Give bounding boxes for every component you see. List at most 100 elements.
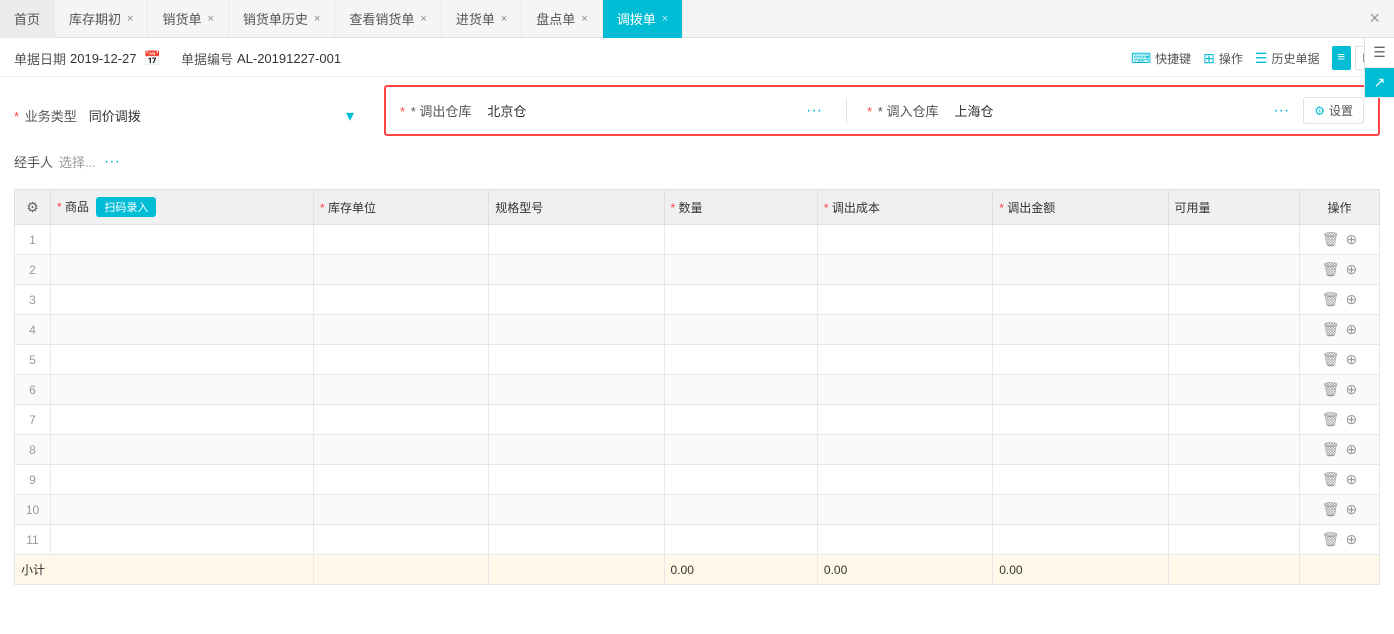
row-product-4[interactable] [51, 315, 314, 345]
row-available-9[interactable] [1168, 465, 1300, 495]
row-cost-4[interactable] [817, 315, 992, 345]
copy-row-4-icon[interactable]: ⊕ [1346, 321, 1358, 338]
row-spec-11[interactable] [489, 525, 664, 555]
row-product-8[interactable] [51, 435, 314, 465]
table-settings-icon[interactable]: ⚙ [26, 199, 39, 215]
tab-close-view-sales[interactable]: × [420, 13, 426, 25]
row-spec-1[interactable] [489, 225, 664, 255]
row-qty-2[interactable] [664, 255, 817, 285]
copy-row-1-icon[interactable]: ⊕ [1346, 231, 1358, 248]
row-available-6[interactable] [1168, 375, 1300, 405]
row-unit-8[interactable] [313, 435, 488, 465]
shortcut-btn[interactable]: ⌨ 快捷键 [1131, 50, 1191, 67]
row-cost-6[interactable] [817, 375, 992, 405]
row-cost-8[interactable] [817, 435, 992, 465]
tab-home[interactable]: 首页 [0, 0, 55, 38]
row-product-10[interactable] [51, 495, 314, 525]
row-available-8[interactable] [1168, 435, 1300, 465]
row-amount-2[interactable] [993, 255, 1168, 285]
row-unit-2[interactable] [313, 255, 488, 285]
tab-purchase[interactable]: 进货单 × [442, 0, 522, 38]
row-unit-6[interactable] [313, 375, 488, 405]
row-qty-4[interactable] [664, 315, 817, 345]
tab-close-sales[interactable]: × [207, 13, 213, 25]
row-amount-5[interactable] [993, 345, 1168, 375]
copy-row-10-icon[interactable]: ⊕ [1346, 501, 1358, 518]
row-product-7[interactable] [51, 405, 314, 435]
row-cost-7[interactable] [817, 405, 992, 435]
row-spec-4[interactable] [489, 315, 664, 345]
copy-row-8-icon[interactable]: ⊕ [1346, 441, 1358, 458]
calendar-icon[interactable]: 📅 [144, 50, 161, 67]
row-available-7[interactable] [1168, 405, 1300, 435]
row-amount-10[interactable] [993, 495, 1168, 525]
tab-transfer[interactable]: 调拨单 × [603, 0, 683, 38]
row-unit-11[interactable] [313, 525, 488, 555]
row-cost-1[interactable] [817, 225, 992, 255]
row-available-10[interactable] [1168, 495, 1300, 525]
tab-sales[interactable]: 销货单 × [148, 0, 228, 38]
delete-row-5-icon[interactable]: 🗑 [1322, 351, 1340, 368]
row-qty-1[interactable] [664, 225, 817, 255]
row-amount-8[interactable] [993, 435, 1168, 465]
delete-row-4-icon[interactable]: 🗑 [1322, 321, 1340, 338]
row-amount-9[interactable] [993, 465, 1168, 495]
row-qty-10[interactable] [664, 495, 817, 525]
row-qty-5[interactable] [664, 345, 817, 375]
tab-inventory-check[interactable]: 盘点单 × [522, 0, 602, 38]
row-unit-1[interactable] [313, 225, 488, 255]
row-product-5[interactable] [51, 345, 314, 375]
copy-row-9-icon[interactable]: ⊕ [1346, 471, 1358, 488]
copy-row-7-icon[interactable]: ⊕ [1346, 411, 1358, 428]
delete-row-1-icon[interactable]: 🗑 [1322, 231, 1340, 248]
row-cost-10[interactable] [817, 495, 992, 525]
copy-row-3-icon[interactable]: ⊕ [1346, 291, 1358, 308]
list-view-btn[interactable]: ≡ [1332, 46, 1352, 70]
tab-close-purchase[interactable]: × [501, 13, 507, 25]
row-unit-3[interactable] [313, 285, 488, 315]
row-cost-3[interactable] [817, 285, 992, 315]
handler-more-btn[interactable]: ··· [104, 153, 120, 171]
row-available-2[interactable] [1168, 255, 1300, 285]
row-amount-4[interactable] [993, 315, 1168, 345]
tab-close-transfer[interactable]: × [662, 13, 668, 25]
row-spec-7[interactable] [489, 405, 664, 435]
scan-entry-btn[interactable]: 扫码录入 [96, 197, 156, 217]
copy-row-6-icon[interactable]: ⊕ [1346, 381, 1358, 398]
row-qty-9[interactable] [664, 465, 817, 495]
row-unit-10[interactable] [313, 495, 488, 525]
row-amount-11[interactable] [993, 525, 1168, 555]
handler-input[interactable]: 选择... [59, 152, 96, 171]
business-type-dropdown-icon[interactable]: ▾ [346, 106, 354, 126]
row-available-1[interactable] [1168, 225, 1300, 255]
row-unit-9[interactable] [313, 465, 488, 495]
row-cost-11[interactable] [817, 525, 992, 555]
row-qty-11[interactable] [664, 525, 817, 555]
row-qty-7[interactable] [664, 405, 817, 435]
delete-row-9-icon[interactable]: 🗑 [1322, 471, 1340, 488]
warehouse-in-more-btn[interactable]: ··· [1269, 102, 1293, 120]
row-qty-8[interactable] [664, 435, 817, 465]
row-spec-6[interactable] [489, 375, 664, 405]
copy-row-2-icon[interactable]: ⊕ [1346, 261, 1358, 278]
row-product-1[interactable] [51, 225, 314, 255]
row-available-5[interactable] [1168, 345, 1300, 375]
tab-inventory-init[interactable]: 库存期初 × [55, 0, 148, 38]
row-unit-7[interactable] [313, 405, 488, 435]
row-unit-4[interactable] [313, 315, 488, 345]
tab-view-sales[interactable]: 查看销货单 × [335, 0, 441, 38]
row-product-2[interactable] [51, 255, 314, 285]
delete-row-6-icon[interactable]: 🗑 [1322, 381, 1340, 398]
tab-bar-close-btn[interactable]: × [1355, 0, 1394, 38]
row-unit-5[interactable] [313, 345, 488, 375]
row-available-11[interactable] [1168, 525, 1300, 555]
tab-close-sales-history[interactable]: × [314, 13, 320, 25]
row-qty-6[interactable] [664, 375, 817, 405]
delete-row-2-icon[interactable]: 🗑 [1322, 261, 1340, 278]
row-cost-5[interactable] [817, 345, 992, 375]
tab-close-inventory-check[interactable]: × [581, 13, 587, 25]
row-spec-2[interactable] [489, 255, 664, 285]
operation-btn[interactable]: ⊞ 操作 [1203, 50, 1243, 67]
row-spec-5[interactable] [489, 345, 664, 375]
sidebar-list-icon-btn[interactable]: ☰ [1365, 38, 1394, 68]
